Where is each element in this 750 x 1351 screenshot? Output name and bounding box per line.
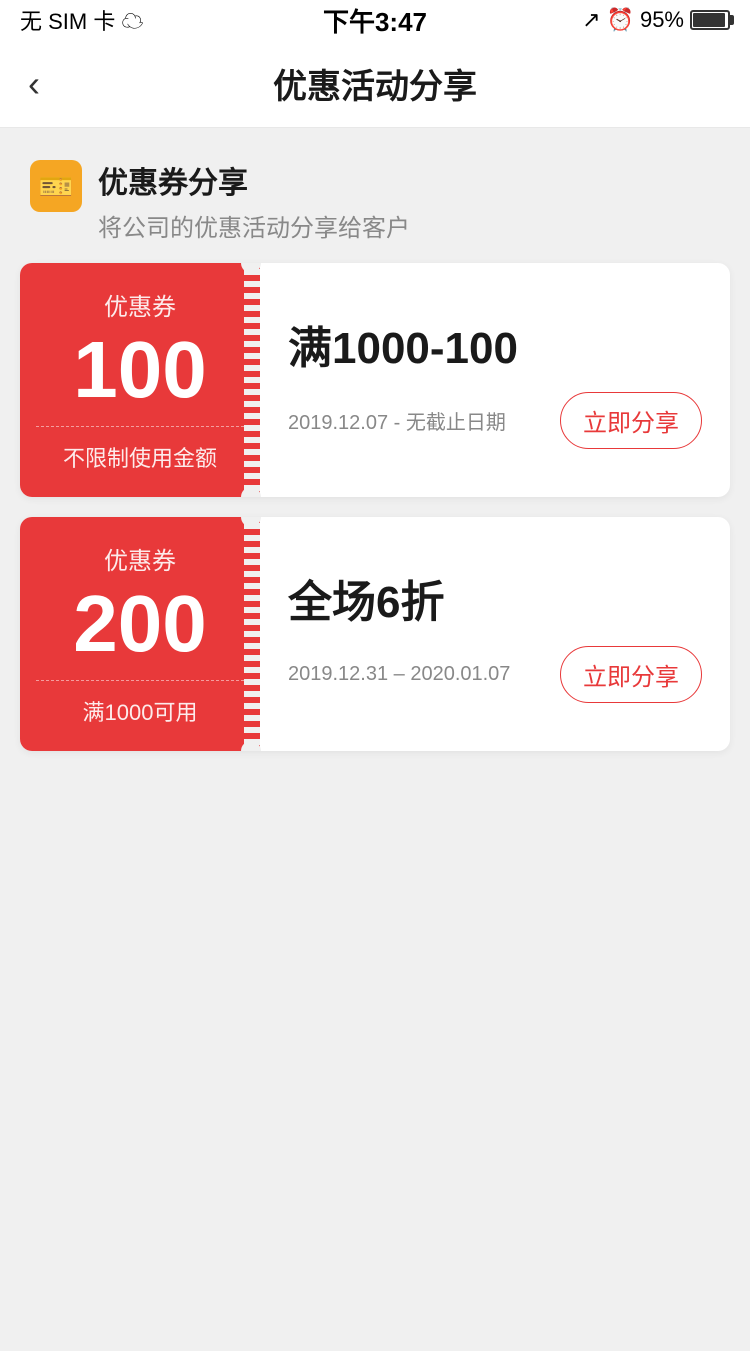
status-time: 下午3:47 (323, 2, 427, 39)
battery-icon (690, 10, 730, 30)
coupon-divider-2 (36, 680, 244, 681)
page-title: 优惠活动分享 (273, 59, 477, 108)
coupon-condition-1: 不限制使用金额 (63, 441, 217, 473)
coupon-list: 优惠券 100 不限制使用金额 满1000-100 2019.12.07 - 无… (0, 263, 750, 751)
alarm-icon: ⏰ (607, 7, 634, 33)
coupon-date-2: 2019.12.31 – 2020.01.07 (288, 663, 550, 686)
status-bar: 无 SIM 卡 ☁ 下午3:47 ↗ ⏰ 95% (0, 0, 750, 40)
coupon-label-2: 优惠券 (104, 541, 176, 576)
coupon-left-1: 优惠券 100 不限制使用金额 (20, 263, 260, 497)
coupon-amount-1: 100 (73, 330, 206, 410)
battery-percent: 95% (640, 7, 684, 33)
coupon-card-2: 优惠券 200 满1000可用 全场6折 2019.12.31 – 2020.0… (20, 517, 730, 751)
section-text: 优惠券分享 将公司的优惠活动分享给客户 (98, 158, 410, 243)
status-right: ↗ ⏰ 95% (582, 7, 730, 33)
section-subtitle: 将公司的优惠活动分享给客户 (98, 208, 410, 243)
coupon-card-1: 优惠券 100 不限制使用金额 满1000-100 2019.12.07 - 无… (20, 263, 730, 497)
location-icon: ↗ (582, 7, 600, 33)
coupon-title-2: 全场6折 (288, 566, 702, 630)
section-header: 🎫 优惠券分享 将公司的优惠活动分享给客户 (0, 128, 750, 263)
coupon-title-1: 满1000-100 (288, 312, 702, 376)
coupon-zigzag-1 (244, 263, 260, 497)
coupon-footer-1: 2019.12.07 - 无截止日期 立即分享 (288, 392, 702, 449)
coupon-amount-2: 200 (73, 584, 206, 664)
coupon-right-2: 全场6折 2019.12.31 – 2020.01.07 立即分享 (260, 517, 730, 751)
coupon-left-2: 优惠券 200 满1000可用 (20, 517, 260, 751)
share-button-1[interactable]: 立即分享 (560, 392, 702, 449)
sim-label: 无 SIM 卡 ☁ (20, 4, 143, 36)
bottom-area (0, 771, 750, 1351)
coupon-divider-1 (36, 426, 244, 427)
coupon-footer-2: 2019.12.31 – 2020.01.07 立即分享 (288, 646, 702, 703)
coupon-label-1: 优惠券 (104, 287, 176, 322)
coupon-condition-2: 满1000可用 (83, 695, 198, 727)
coupon-right-1: 满1000-100 2019.12.07 - 无截止日期 立即分享 (260, 263, 730, 497)
back-button[interactable]: ‹ (28, 63, 40, 105)
coupon-date-1: 2019.12.07 - 无截止日期 (288, 406, 550, 435)
coupon-zigzag-2 (244, 517, 260, 751)
status-left: 无 SIM 卡 ☁ (20, 4, 143, 36)
nav-bar: ‹ 优惠活动分享 (0, 40, 750, 128)
section-icon: 🎫 (30, 160, 82, 212)
share-button-2[interactable]: 立即分享 (560, 646, 702, 703)
section-title: 优惠券分享 (98, 158, 410, 202)
